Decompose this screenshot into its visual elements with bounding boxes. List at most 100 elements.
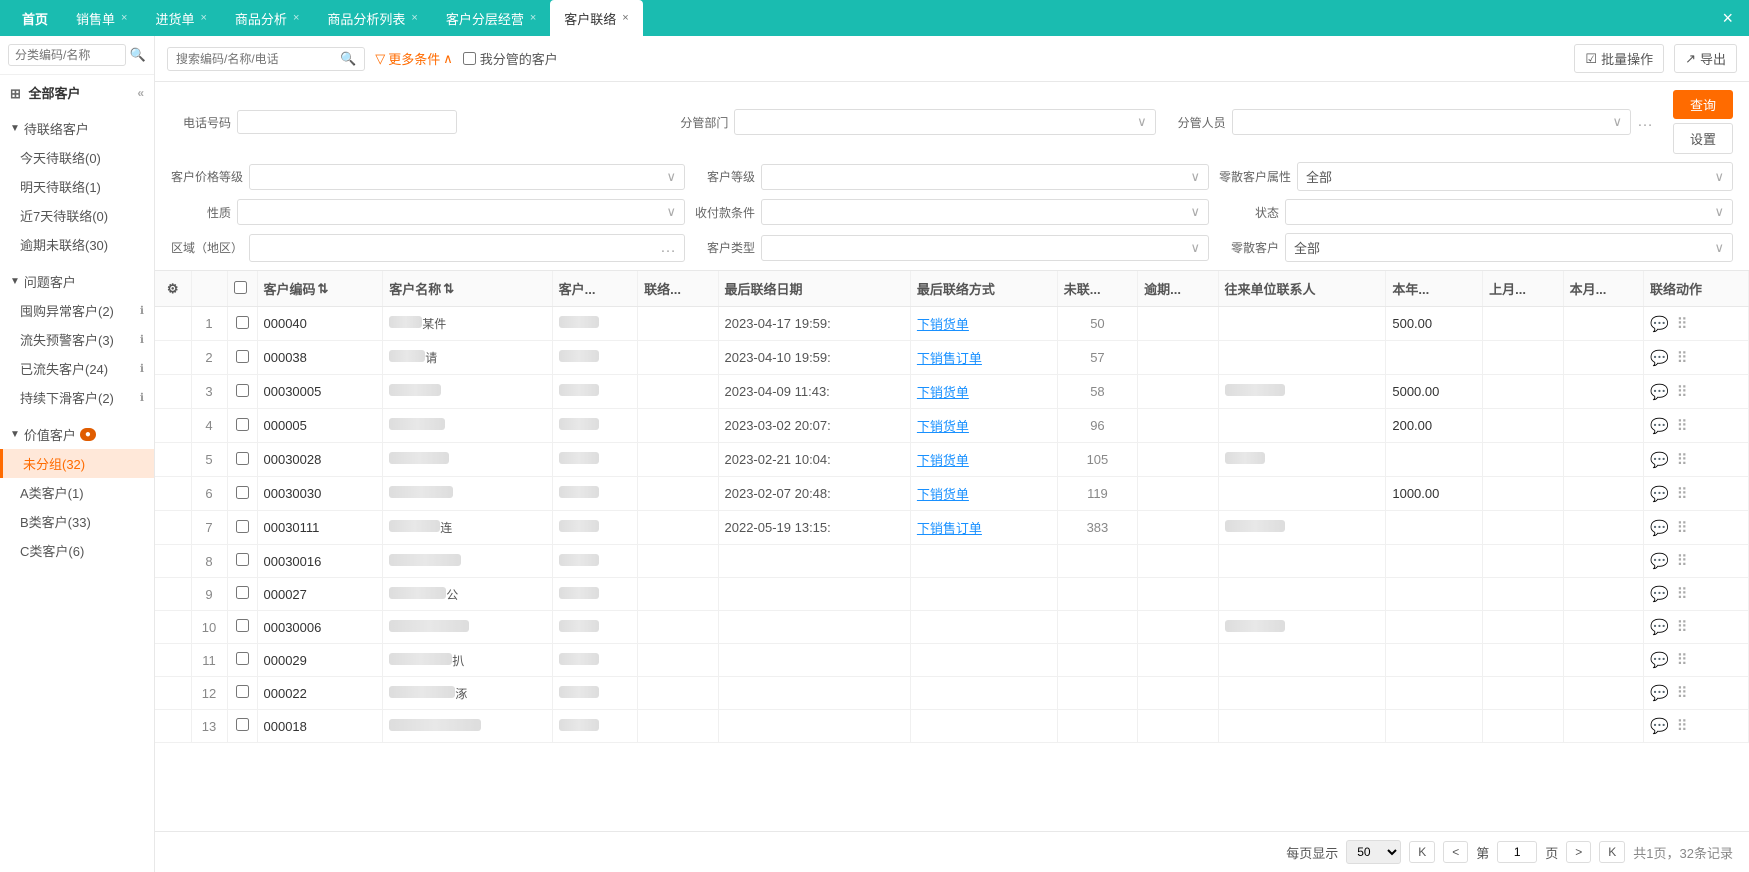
grid-action-icon[interactable]: ⠿ [1677,717,1688,735]
reset-button[interactable]: 设置 [1673,123,1733,154]
retail-attr-select[interactable]: 全部 ∨ [1297,162,1733,191]
prev-page-btn[interactable]: < [1443,841,1468,863]
chat-icon[interactable]: 💬 [1650,383,1669,401]
region-select[interactable]: … [249,234,685,262]
close-tab-customer-tier[interactable]: × [530,12,536,24]
td-check[interactable] [227,545,257,578]
chat-icon[interactable]: 💬 [1650,519,1669,537]
th-check[interactable] [227,271,257,307]
close-tab-analysis-list[interactable]: × [411,12,417,24]
chat-icon[interactable]: 💬 [1650,618,1669,636]
phone-input[interactable] [237,110,457,134]
row-checkbox[interactable] [236,619,249,632]
region-dots-icon[interactable]: … [660,239,676,257]
sidebar-section-title-value[interactable]: ▼ 价值客户 ● [0,420,154,449]
select-all-checkbox[interactable] [234,281,247,294]
row-checkbox[interactable] [236,553,249,566]
sidebar-item-overdue[interactable]: 逾期未联络(30) [0,230,154,259]
td-check[interactable] [227,409,257,443]
td-check[interactable] [227,341,257,375]
chat-icon[interactable]: 💬 [1650,684,1669,702]
close-tab-sales[interactable]: × [121,12,127,24]
sidebar-item-abnormal[interactable]: 囤购异常客户(2) ℹ [0,296,154,325]
row-checkbox[interactable] [236,316,249,329]
row-checkbox[interactable] [236,384,249,397]
nav-tab-customer-tier[interactable]: 客户分层经营 × [432,0,550,36]
sidebar-search-input[interactable] [8,44,126,66]
chat-icon[interactable]: 💬 [1650,651,1669,669]
grid-action-icon[interactable]: ⠿ [1677,684,1688,702]
customer-type-select[interactable]: ∨ [761,235,1209,261]
chat-icon[interactable]: 💬 [1650,552,1669,570]
close-tab-purchase[interactable]: × [200,12,206,24]
sidebar-collapse-btn[interactable]: « [137,86,144,100]
chat-icon[interactable]: 💬 [1650,585,1669,603]
close-tab-analysis[interactable]: × [293,12,299,24]
nav-tab-customer-contact[interactable]: 客户联络 × [550,0,642,36]
batch-op-button[interactable]: ☑ 批量操作 [1574,44,1664,73]
td-check[interactable] [227,611,257,644]
grid-action-icon[interactable]: ⠿ [1677,383,1688,401]
grid-action-icon[interactable]: ⠿ [1677,519,1688,537]
grid-action-icon[interactable]: ⠿ [1677,651,1688,669]
td-check[interactable] [227,644,257,677]
manager-select[interactable]: ∨ [1232,109,1631,135]
close-tab-customer-contact[interactable]: × [622,12,628,24]
grid-action-icon[interactable]: ⠿ [1677,585,1688,603]
search-input[interactable] [176,52,336,66]
sidebar-item-today[interactable]: 今天待联络(0) [0,143,154,172]
sidebar-item-7days[interactable]: 近7天待联络(0) [0,201,154,230]
row-checkbox[interactable] [236,350,249,363]
last-page-btn[interactable]: K [1599,841,1625,863]
nav-tab-analysis[interactable]: 商品分析 × [221,0,313,36]
grid-action-icon[interactable]: ⠿ [1677,485,1688,503]
grid-action-icon[interactable]: ⠿ [1677,618,1688,636]
status-select[interactable]: ∨ [1285,199,1733,225]
row-checkbox[interactable] [236,520,249,533]
sidebar-item-tomorrow[interactable]: 明天待联络(1) [0,172,154,201]
query-button[interactable]: 查询 [1673,90,1733,119]
row-checkbox[interactable] [236,418,249,431]
td-check[interactable] [227,511,257,545]
more-conditions-btn[interactable]: ▽ 更多条件 ∧ [375,49,453,68]
payment-select[interactable]: ∨ [761,199,1209,225]
retail-customer-select[interactable]: 全部 ∨ [1285,233,1733,262]
sidebar-item-churn-warn[interactable]: 流失预警客户(3) ℹ [0,325,154,354]
page-number-input[interactable] [1497,841,1537,863]
chat-icon[interactable]: 💬 [1650,717,1669,735]
nav-tab-home[interactable]: 首页 [8,0,62,36]
chat-icon[interactable]: 💬 [1650,349,1669,367]
dept-select[interactable]: ∨ [734,109,1155,135]
sidebar-item-churned[interactable]: 已流失客户(24) ℹ [0,354,154,383]
sidebar-item-class-a[interactable]: A类客户(1) [0,478,154,507]
price-level-select[interactable]: ∨ [249,164,685,190]
my-customers-checkbox[interactable] [463,52,476,65]
manager-more-icon[interactable]: … [1637,113,1653,131]
grid-action-icon[interactable]: ⠿ [1677,315,1688,333]
sort-code[interactable]: 客户编码 ⇅ [264,279,377,298]
next-page-btn[interactable]: > [1566,841,1591,863]
nav-tab-sales[interactable]: 销售单 × [62,0,141,36]
row-checkbox[interactable] [236,452,249,465]
chat-icon[interactable]: 💬 [1650,485,1669,503]
per-page-select[interactable]: 50 100 200 [1346,840,1401,864]
sidebar-item-declining[interactable]: 持续下滑客户(2) ℹ [0,383,154,412]
sidebar-item-class-c[interactable]: C类客户(6) [0,536,154,565]
sidebar-item-ungroup[interactable]: 未分组(32) [0,449,154,478]
customer-level-select[interactable]: ∨ [761,164,1209,190]
td-check[interactable] [227,578,257,611]
sidebar-section-title-problem[interactable]: ▼ 问题客户 [0,267,154,296]
close-all-button[interactable]: × [1714,8,1741,29]
td-check[interactable] [227,307,257,341]
chat-icon[interactable]: 💬 [1650,315,1669,333]
td-check[interactable] [227,375,257,409]
grid-action-icon[interactable]: ⠿ [1677,451,1688,469]
sidebar-all-customers[interactable]: ⊞ 全部客户 « [0,75,154,110]
td-check[interactable] [227,477,257,511]
td-check[interactable] [227,710,257,743]
td-check[interactable] [227,443,257,477]
row-checkbox[interactable] [236,652,249,665]
export-button[interactable]: ↗ 导出 [1674,44,1737,73]
row-checkbox[interactable] [236,486,249,499]
first-page-btn[interactable]: K [1409,841,1435,863]
